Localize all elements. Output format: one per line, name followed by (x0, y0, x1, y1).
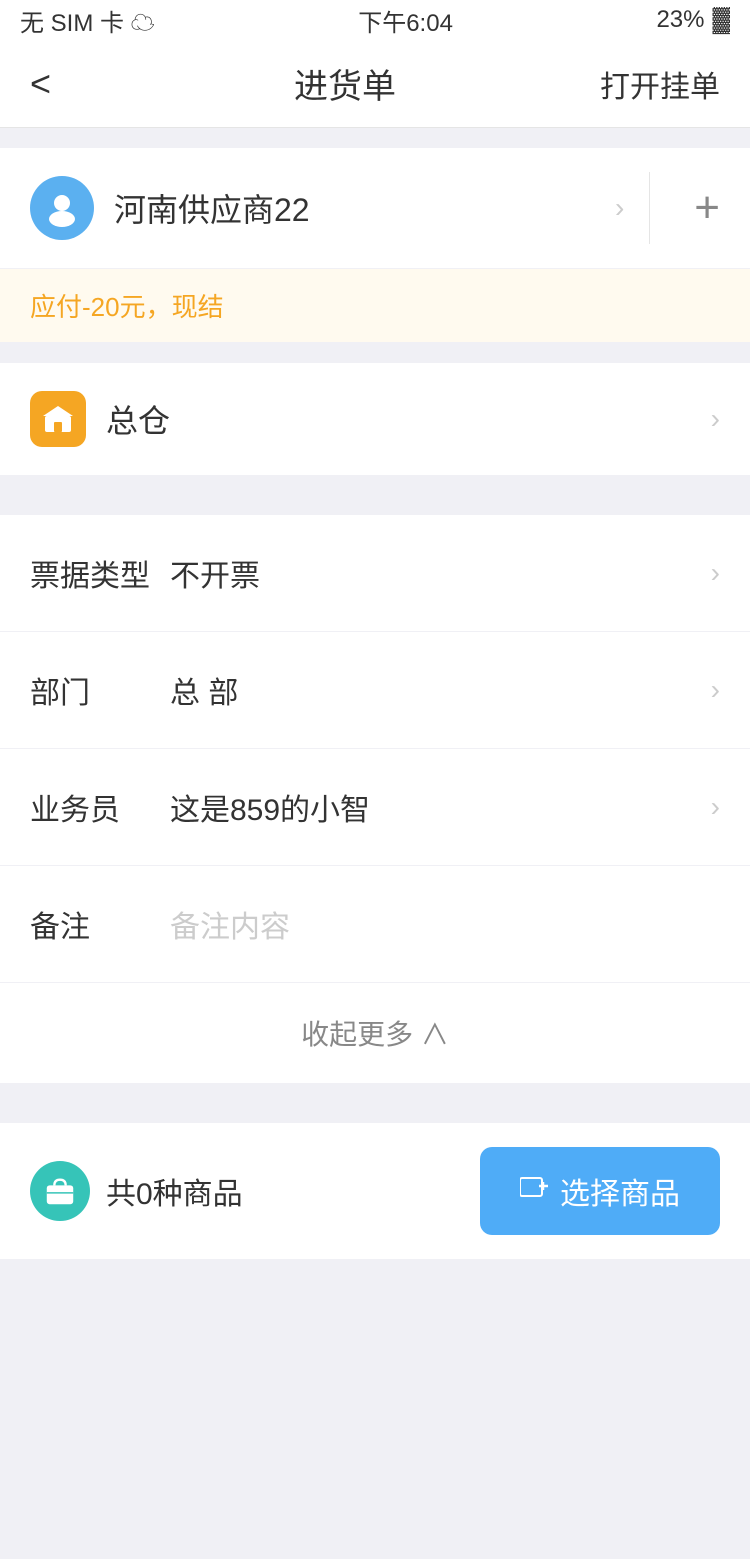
status-left: 无 SIM 卡 ☁ (20, 3, 155, 38)
select-product-label: 选择商品 (560, 1169, 680, 1213)
salesman-value: 这是859的小智 (170, 785, 711, 829)
note-label: 备注 (30, 902, 170, 946)
divider-3 (0, 1083, 750, 1103)
back-button[interactable]: < (30, 63, 90, 105)
supplier-name: 河南供应商22 (114, 185, 615, 231)
form-section: 票据类型 不开票 › 部门 总 部 › 业务员 这是859的小智 › 备注 备注… (0, 515, 750, 982)
warehouse-chevron-icon: › (711, 403, 720, 435)
sim-label: 无 SIM 卡 ☁ (20, 3, 155, 38)
page-title: 进货单 (294, 59, 396, 108)
collapse-button[interactable]: 收起更多 ∧ (0, 983, 750, 1083)
status-right: 23% ▓ (656, 6, 730, 34)
department-value: 总 部 (170, 668, 711, 712)
warehouse-section: 总仓 › (0, 363, 750, 475)
note-row[interactable]: 备注 备注内容 (0, 866, 750, 982)
product-bag-icon (30, 1161, 90, 1221)
empty-content-area (0, 1259, 750, 1559)
supplier-avatar (30, 176, 94, 240)
nav-bar: < 进货单 打开挂单 (0, 40, 750, 128)
battery-icon: ▓ (713, 6, 731, 34)
select-product-button[interactable]: 选择商品 (480, 1147, 720, 1235)
warehouse-name: 总仓 (106, 396, 711, 442)
divider-2 (0, 475, 750, 495)
battery-label: 23% (656, 6, 704, 34)
warehouse-row[interactable]: 总仓 › (0, 363, 750, 475)
supplier-section: 河南供应商22 › + 应付-20元，现结 (0, 148, 750, 343)
divider-1 (0, 343, 750, 363)
department-chevron-icon: › (711, 674, 720, 706)
department-label: 部门 (30, 668, 170, 712)
salesman-chevron-icon: › (711, 791, 720, 823)
supplier-chevron-icon: › (615, 192, 624, 224)
open-pending-button[interactable]: 打开挂单 (600, 62, 720, 106)
invoice-chevron-icon: › (711, 557, 720, 589)
warehouse-icon (30, 391, 86, 447)
invoice-value: 不开票 (170, 551, 711, 595)
select-product-icon (520, 1175, 550, 1207)
add-supplier-button[interactable]: + (694, 183, 720, 233)
product-count-label: 共0种商品 (106, 1169, 480, 1213)
invoice-row[interactable]: 票据类型 不开票 › (0, 515, 750, 632)
status-bar: 无 SIM 卡 ☁ 下午6:04 23% ▓ (0, 0, 750, 40)
salesman-label: 业务员 (30, 785, 170, 829)
salesman-row[interactable]: 业务员 这是859的小智 › (0, 749, 750, 866)
notice-row: 应付-20元，现结 (0, 269, 750, 343)
invoice-label: 票据类型 (30, 551, 170, 595)
status-time: 下午6:04 (358, 3, 453, 38)
note-input[interactable]: 备注内容 (170, 902, 720, 946)
supplier-row[interactable]: 河南供应商22 › + (0, 148, 750, 269)
department-row[interactable]: 部门 总 部 › (0, 632, 750, 749)
top-divider (0, 128, 750, 148)
bottom-bar: 共0种商品 选择商品 (0, 1123, 750, 1259)
supplier-divider (649, 172, 650, 244)
